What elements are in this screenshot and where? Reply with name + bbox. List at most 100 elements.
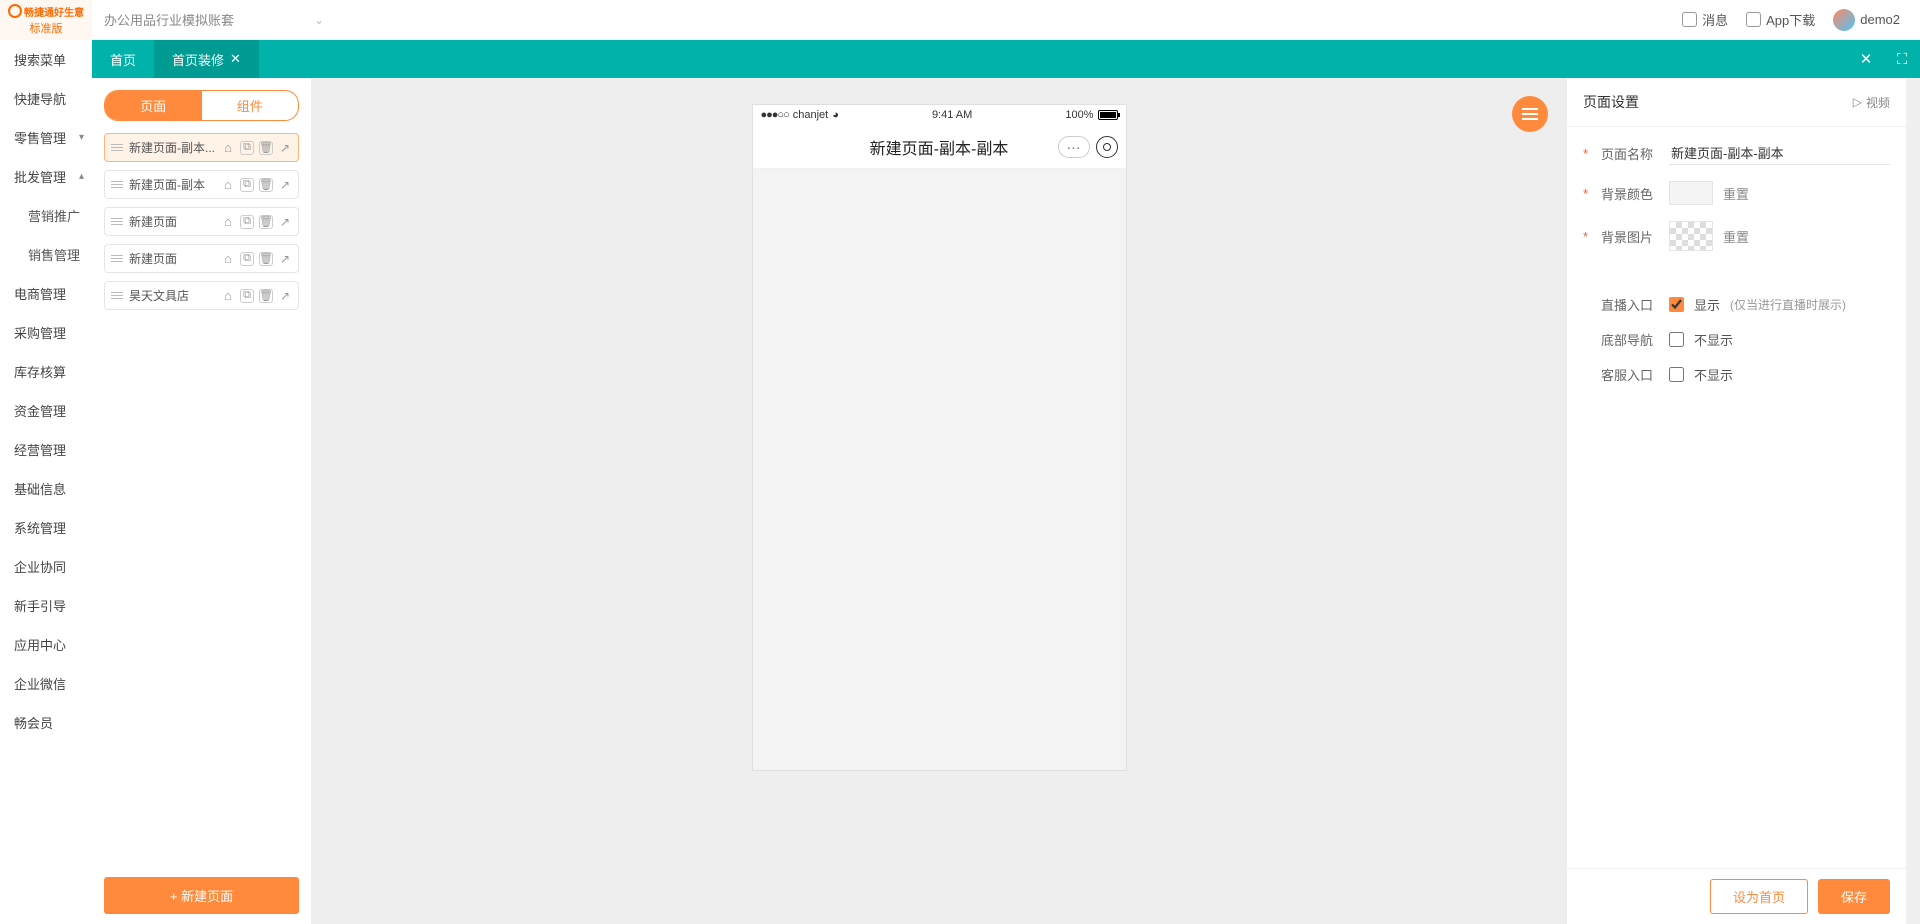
sidebar-item-8[interactable]: 库存核算 [0,352,92,391]
page-item-4[interactable]: 昊天文具店 ⌂ ⧉ 🗑 ↗ [104,281,299,310]
sidebar-item-2[interactable]: 零售管理▾ [0,118,92,157]
close-icon[interactable]: ✕ [230,51,241,67]
drag-icon[interactable] [111,255,123,262]
bgcolor-label: 背景颜色 [1601,184,1659,203]
delete-icon[interactable]: 🗑 [259,289,273,303]
bgimg-reset-button[interactable]: 重置 [1723,227,1749,246]
drag-icon[interactable] [111,218,123,225]
sidebar-item-15[interactable]: 应用中心 [0,625,92,664]
new-page-button[interactable]: + 新建页面 [104,877,299,914]
share-icon[interactable]: ↗ [278,178,292,192]
sidebar-item-7[interactable]: 采购管理 [0,313,92,352]
page-item-label: 昊天文具店 [129,287,215,304]
sidebar-item-5[interactable]: 销售管理 [0,235,92,274]
sidebar-item-17[interactable]: 畅会员 [0,703,92,742]
page-item-0[interactable]: 新建页面-副本... ⌂ ⧉ 🗑 ↗ [104,133,299,162]
live-hint: (仅当进行直播时展示) [1730,296,1846,313]
phone-time: 9:41 AM [932,109,972,121]
sidebar-item-6[interactable]: 电商管理 [0,274,92,313]
bgimg-label: 背景图片 [1601,227,1659,246]
page-item-label: 新建页面-副本... [129,139,215,156]
video-help-button[interactable]: ▷视频 [1853,94,1890,111]
seg-component[interactable]: 组件 [202,91,299,120]
scrollbar[interactable] [1906,78,1920,924]
carrier-label: chanjet [793,109,828,121]
page-item-1[interactable]: 新建页面-副本⌂⧉🗑↗ [104,170,299,199]
share-icon[interactable]: ↗ [278,289,292,303]
fullscreen-button[interactable]: ⛶ [1884,40,1920,78]
sidebar-item-0[interactable]: 搜索菜单 [0,40,92,79]
save-button[interactable]: 保存 [1818,879,1890,914]
sidebar-item-9[interactable]: 资金管理 [0,391,92,430]
required-icon: * [1583,146,1591,161]
sidebar-item-4[interactable]: 营销推广 [0,196,92,235]
home-icon[interactable]: ⌂ [221,215,235,229]
copy-icon[interactable]: ⧉ [240,252,254,266]
canvas: ●●●○○ chanjet ◕ 9:41 AM 100% 新建页面-副本 [312,78,1566,924]
live-text: 显示 [1694,295,1720,314]
copy-icon[interactable]: ⧉ [240,141,254,155]
bgcolor-swatch[interactable] [1669,181,1713,205]
live-checkbox[interactable] [1669,297,1684,312]
sidebar-item-1[interactable]: 快捷导航 [0,79,92,118]
seg-page[interactable]: 页面 [105,91,202,120]
page-item-2[interactable]: 新建页面 ⌂ ⧉ 🗑 ↗ [104,207,299,236]
sidebar-item-10[interactable]: 经营管理 [0,430,92,469]
nav-text: 不显示 [1694,330,1733,349]
message-icon [1682,12,1697,27]
logo-brand: 畅捷通好生意 [24,4,84,19]
floating-menu-button[interactable] [1512,96,1548,132]
bgcolor-reset-button[interactable]: 重置 [1723,184,1749,203]
tab-1[interactable]: 首页装修✕ [154,40,259,78]
tab-close-all-button[interactable]: ✕ [1848,40,1884,78]
page-item-label: 新建页面 [129,250,215,267]
set-home-button[interactable]: 设为首页 [1710,879,1808,914]
messages-button[interactable]: 消息 [1682,10,1728,29]
phone-body[interactable] [753,169,1126,770]
share-icon[interactable]: ↗ [278,141,292,155]
share-icon[interactable]: ↗ [278,215,292,229]
cs-label: 客服入口 [1601,365,1659,384]
cs-checkbox[interactable] [1669,367,1684,382]
live-label: 直播入口 [1601,295,1659,314]
phone-status-bar: ●●●○○ chanjet ◕ 9:41 AM 100% [753,105,1126,125]
home-icon[interactable]: ⌂ [221,289,235,303]
cs-text: 不显示 [1694,365,1733,384]
sidebar-item-14[interactable]: 新手引导 [0,586,92,625]
sidebar-item-12[interactable]: 系统管理 [0,508,92,547]
app-download-button[interactable]: App下载 [1746,10,1815,29]
sidebar-item-11[interactable]: 基础信息 [0,469,92,508]
delete-icon[interactable]: 🗑 [259,141,273,155]
copy-icon[interactable]: ⧉ [240,289,254,303]
drag-icon[interactable] [111,181,123,188]
bgimg-swatch[interactable] [1669,221,1713,251]
home-icon[interactable]: ⌂ [221,178,235,192]
sidebar-item-3[interactable]: 批发管理▴ [0,157,92,196]
page-name-input[interactable] [1669,141,1890,165]
home-icon[interactable]: ⌂ [221,252,235,266]
miniapp-close-icon [1096,136,1118,158]
left-panel: 页面 组件 新建页面-副本...⌂⧉🗑↗新建页面-副本⌂⧉🗑↗新建页面⌂⧉🗑↗新… [92,78,312,924]
account-select[interactable]: 办公用品行业模拟账套 ⌄ [104,10,324,29]
copy-icon[interactable]: ⧉ [240,215,254,229]
sidebar-item-16[interactable]: 企业微信 [0,664,92,703]
drag-icon[interactable] [111,144,123,151]
page-item-label: 新建页面 [129,213,215,230]
delete-icon[interactable]: 🗑 [259,252,273,266]
settings-panel: 页面设置 ▷视频 * 页面名称 * 背景颜色 重置 [1566,78,1906,924]
nav-checkbox[interactable] [1669,332,1684,347]
wifi-icon: ◕ [832,109,839,121]
delete-icon[interactable]: 🗑 [259,178,273,192]
share-icon[interactable]: ↗ [278,252,292,266]
sidebar-item-13[interactable]: 企业协同 [0,547,92,586]
delete-icon[interactable]: 🗑 [259,215,273,229]
drag-icon[interactable] [111,292,123,299]
copy-icon[interactable]: ⧉ [240,178,254,192]
page-item-3[interactable]: 新建页面 ⌂ ⧉ 🗑 ↗ [104,244,299,273]
user-menu[interactable]: demo2 [1833,9,1900,31]
home-icon[interactable]: ⌂ [221,141,235,155]
topbar: 畅捷通好生意 标准版 办公用品行业模拟账套 ⌄ 消息 App下载 demo2 [0,0,1920,40]
tab-0[interactable]: 首页 [92,40,154,78]
battery-label: 100% [1065,109,1093,121]
chevron-down-icon: ⌄ [314,13,324,27]
